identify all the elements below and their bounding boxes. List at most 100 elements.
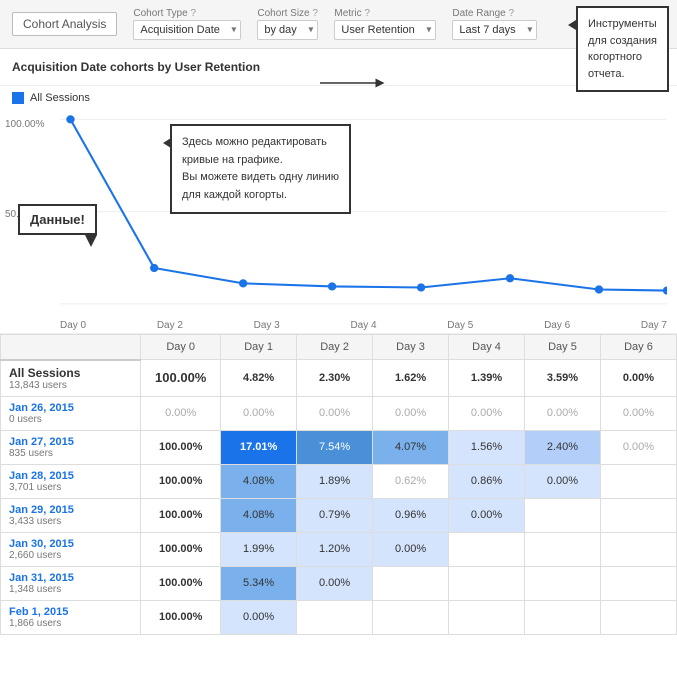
table-cell: 1.62% — [373, 360, 449, 397]
date-range-label: Date Range ? — [452, 8, 537, 19]
row-name: Feb 1, 2015 — [9, 606, 132, 618]
legend-label: All Sessions — [30, 92, 90, 104]
table-cell: 0.00% — [297, 566, 373, 600]
date-range-select[interactable]: Last 7 days — [452, 20, 537, 40]
table-cell: 0.62% — [373, 464, 449, 498]
tools-tooltip: Инструментыдля созданиякогортногоотчета. — [576, 6, 669, 92]
col-header-day2: Day 2 — [297, 335, 373, 360]
row-name: All Sessions — [9, 366, 132, 380]
cohort-size-filter: Cohort Size ? by day — [257, 8, 318, 40]
date-range-help-icon: ? — [509, 8, 515, 19]
table-cell: 100.00% — [141, 430, 221, 464]
table-cell: 0.00% — [373, 396, 449, 430]
table-cell: 0.00% — [297, 396, 373, 430]
row-users: 3,701 users — [9, 482, 132, 493]
table-cell: 100.00% — [141, 464, 221, 498]
cohort-type-filter: Cohort Type ? Acquisition Date — [133, 8, 241, 40]
x-label-day7: Day 7 — [641, 320, 667, 331]
row-label: Feb 1, 20151,866 users — [1, 600, 141, 634]
table-cell: 4.08% — [221, 464, 297, 498]
table-cell: 100.00% — [141, 600, 221, 634]
data-table-container: Day 0 Day 1 Day 2 Day 3 Day 4 Day 5 Day … — [0, 334, 677, 635]
col-header-day6: Day 6 — [600, 335, 676, 360]
table-cell: 100.00% — [141, 566, 221, 600]
x-label-day6: Day 6 — [544, 320, 570, 331]
col-header-day4: Day 4 — [449, 335, 525, 360]
table-cell — [600, 464, 676, 498]
table-row: Jan 26, 20150 users0.00%0.00%0.00%0.00%0… — [1, 396, 677, 430]
table-cell: 0.96% — [373, 498, 449, 532]
table-cell: 0.86% — [449, 464, 525, 498]
cohort-type-label: Cohort Type ? — [133, 8, 241, 19]
table-cell: 0.00% — [449, 498, 525, 532]
x-label-day5: Day 5 — [447, 320, 473, 331]
col-header-label — [1, 335, 141, 360]
table-cell: 4.82% — [221, 360, 297, 397]
metric-select[interactable]: User Retention — [334, 20, 436, 40]
metric-help-icon: ? — [364, 8, 370, 19]
row-name: Jan 30, 2015 — [9, 538, 132, 550]
metric-label: Metric ? — [334, 8, 436, 19]
table-cell: 0.00% — [221, 600, 297, 634]
table-cell: 5.34% — [221, 566, 297, 600]
legend-color-box — [12, 92, 24, 104]
table-row: Jan 30, 20152,660 users 100.00%1.99%1.20%… — [1, 532, 677, 566]
table-row: All Sessions13,843 users100.00%4.82%2.30… — [1, 360, 677, 397]
col-header-day0: Day 0 — [141, 335, 221, 360]
table-cell: 100.00% — [141, 532, 221, 566]
x-label-day3: Day 3 — [254, 320, 280, 331]
row-label: Jan 27, 2015835 users — [1, 430, 141, 464]
table-cell — [525, 498, 601, 532]
row-users: 2,660 users — [9, 550, 132, 561]
data-tooltip: Данные! — [18, 204, 97, 235]
cohort-analysis-button[interactable]: Cohort Analysis — [12, 12, 117, 36]
table-cell: 0.00% — [525, 464, 601, 498]
row-name: Jan 29, 2015 — [9, 504, 132, 516]
table-cell: 7.54% — [297, 430, 373, 464]
row-users: 835 users — [9, 448, 132, 459]
table-cell: 0.00% — [600, 396, 676, 430]
table-cell: 4.08% — [221, 498, 297, 532]
chart-area: 100.00% 50.00% Day 0 Day 2 Day 3 Day 4 D… — [0, 104, 677, 334]
table-cell: 2.30% — [297, 360, 373, 397]
table-cell: 0.79% — [297, 498, 373, 532]
table-cell — [373, 600, 449, 634]
cohort-size-select[interactable]: by day — [257, 20, 318, 40]
metric-filter: Metric ? User Retention — [334, 8, 436, 40]
table-cell: 0.00% — [600, 360, 676, 397]
table-row: Jan 31, 20151,348 users100.00%5.34%0.00% — [1, 566, 677, 600]
data-table: Day 0 Day 1 Day 2 Day 3 Day 4 Day 5 Day … — [0, 334, 677, 635]
col-header-day1: Day 1 — [221, 335, 297, 360]
table-cell — [600, 532, 676, 566]
table-cell: 1.89% — [297, 464, 373, 498]
cohort-type-help-icon: ? — [190, 8, 196, 19]
table-cell: 100.00% — [141, 498, 221, 532]
chart-tooltip: Здесь можно редактироватькривые на графи… — [170, 124, 351, 214]
row-users: 1,866 users — [9, 618, 132, 629]
row-users: 0 users — [9, 414, 132, 425]
table-cell — [449, 532, 525, 566]
table-cell: 0.00% — [600, 430, 676, 464]
y-label-100: 100.00% — [5, 119, 44, 130]
table-row: Feb 1, 20151,866 users100.00%0.00% — [1, 600, 677, 634]
table-cell: 1.99% — [221, 532, 297, 566]
row-label: Jan 26, 20150 users — [1, 396, 141, 430]
table-cell: 0.00% — [525, 396, 601, 430]
chart-title: Acquisition Date cohorts by User Retenti… — [12, 60, 590, 74]
table-cell: 0.00% — [449, 396, 525, 430]
table-cell: 1.56% — [449, 430, 525, 464]
date-range-filter: Date Range ? Last 7 days — [452, 8, 537, 40]
table-cell: 100.00% — [141, 360, 221, 397]
row-name: Jan 26, 2015 — [9, 402, 132, 414]
table-cell: 0.00% — [373, 532, 449, 566]
table-cell: 0.00% — [141, 396, 221, 430]
table-cell: 1.20% — [297, 532, 373, 566]
row-users: 3,433 users — [9, 516, 132, 527]
cohort-size-help-icon: ? — [312, 8, 318, 19]
cohort-type-select[interactable]: Acquisition Date — [133, 20, 241, 40]
col-header-day3: Day 3 — [373, 335, 449, 360]
row-users: 1,348 users — [9, 584, 132, 595]
table-row: Jan 28, 20153,701 users100.00%4.08%1.89%… — [1, 464, 677, 498]
table-cell: 3.59% — [525, 360, 601, 397]
table-cell — [373, 566, 449, 600]
